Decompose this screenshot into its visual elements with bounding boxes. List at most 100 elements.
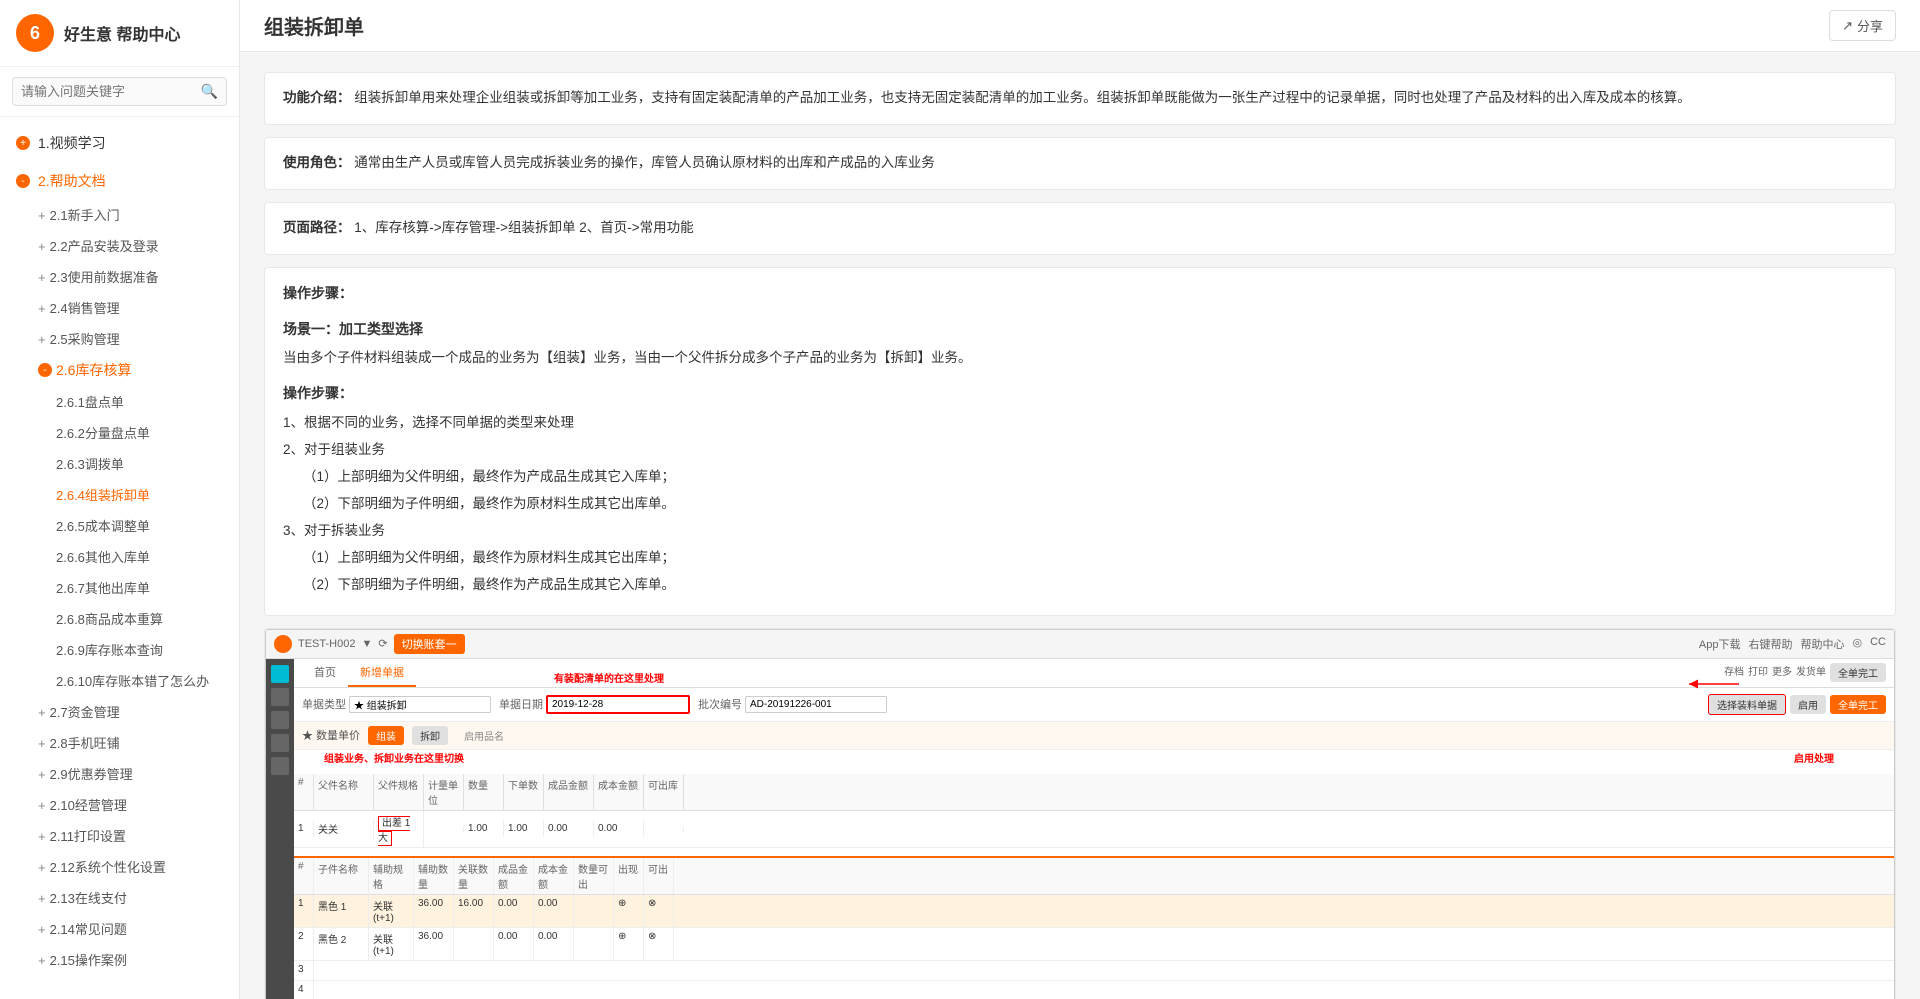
scenario1-title: 场景一：加工类型选择 [283,318,1877,342]
sidebar-item-coupon[interactable]: +2.9优惠券管理 [38,758,239,789]
sc-sidebar-icon-2 [271,688,289,706]
sidebar-item-other-in[interactable]: 2.6.6其他入库单 [56,541,239,572]
sidebar-item-faq[interactable]: +2.14常见问题 [38,913,239,944]
search-input[interactable] [21,84,201,99]
sc-sidebar-icon-5 [271,757,289,775]
sidebar-item-ledger-query[interactable]: 2.6.9库存账本查询 [56,634,239,665]
sth-qty5: 数量可出 [574,858,614,894]
sc-assembly-btn[interactable]: 组装 [368,726,404,745]
sc-form-batch: 批次编号 [698,696,887,713]
sth-qty1: 辅助数量 [414,858,454,894]
sc-form: 单据类型 单据日期 批次编号 [294,688,1894,722]
sidebar-item-partial-count[interactable]: 2.6.2分量盘点单 [56,417,239,448]
sidebar-item-cases[interactable]: +2.15操作案例 [38,944,239,975]
nav-section-1: + 1.视频学习 [0,125,239,161]
share-button[interactable]: ↗ 分享 [1829,10,1896,41]
sc-complete-btn2[interactable]: 全单完工 [1830,695,1886,714]
steps-label: 操作步骤： [283,382,1877,406]
sc-batch-input[interactable] [745,696,887,713]
sc-form-type: 单据类型 [302,696,491,713]
sidebar-item-video[interactable]: + 1.视频学习 [0,125,239,161]
sidebar-item-count[interactable]: 2.6.1盘点单 [56,386,239,417]
sidebar-item-custom[interactable]: +2.12系统个性化设置 [38,851,239,882]
content-area: 功能介绍： 组装拆卸单用来处理企业组装或拆卸等加工业务，支持有固定装配清单的产品… [240,52,1920,999]
step3: 3、对于拆装业务 [283,520,1877,543]
sidebar-item-transfer[interactable]: 2.6.3调拨单 [56,448,239,479]
collapse-icon: - [16,174,30,188]
th-orderqty: 下单数 [504,774,544,810]
sc-app-label: TEST-H002 [298,638,355,650]
sc-batch-label: 批次编号 [698,696,742,712]
sidebar-item-print[interactable]: +2.11打印设置 [38,820,239,851]
sth-cname: 子件名称 [314,858,369,894]
td-amt1: 0.00 [544,820,594,837]
sc-tab-home[interactable]: 首页 [302,659,348,687]
sc-select-bom-btn[interactable]: 选择装料单据 [1708,694,1786,715]
sc-sidebar-icon-3 [271,711,289,729]
sc-user-icon: ◎ [1853,636,1863,652]
sidebar-item-other-out[interactable]: 2.6.7其他出库单 [56,572,239,603]
sc-switch-account-btn[interactable]: 切换账套一 [394,634,465,654]
main-area: 组装拆卸单 ↗ 分享 功能介绍： 组装拆卸单用来处理企业组装或拆卸等加工业务，支… [240,0,1920,999]
sth-qty3: 成品金额 [494,858,534,894]
section-label: 1.视频学习 [38,133,106,153]
sidebar-item-ledger-error[interactable]: 2.6.10库存账本错了怎么办 [56,665,239,696]
sc-type-input[interactable] [349,696,491,713]
sc-date-input[interactable] [546,695,690,714]
sc-child-row-3: 3 [294,961,1894,981]
page-title: 组装拆卸单 [264,11,364,40]
share-label: 分享 [1857,16,1883,35]
sc-tab-action-2: 打印 [1748,663,1768,682]
inventory-label: 2.6库存核算 [56,360,131,380]
sc-tab-new[interactable]: 新增单据 [348,659,416,687]
sidebar-item-newbie[interactable]: +2.1新手入门 [38,199,239,230]
th-empty [684,774,1894,810]
sidebar-item-cost-adjust[interactable]: 2.6.5成本调整单 [56,510,239,541]
sc-topbar-left: TEST-H002 ▼ ⟳ 切换账套一 [274,634,465,654]
sc-topbar: TEST-H002 ▼ ⟳ 切换账套一 App下载 右键帮助 帮助中心 ◎ CC [266,630,1894,659]
sc-spec-highlighted: 出差 1大 [378,816,410,846]
role-label: 使用角色： [283,155,351,170]
sth-num: # [294,858,314,894]
sidebar-item-cost-recalc[interactable]: 2.6.8商品成本重算 [56,603,239,634]
th-qty: 数量 [464,774,504,810]
sc-disassembly-btn[interactable]: 拆卸 [412,726,448,745]
th-amt2: 成本金额 [594,774,644,810]
sidebar-item-assembly[interactable]: 2.6.4组装拆卸单 [56,479,239,510]
sc-topbar-icons: App下载 右键帮助 帮助中心 ◎ CC [1699,636,1886,652]
sc-refresh-icon[interactable]: ⟳ [378,637,387,650]
sidebar-item-docs[interactable]: - 2.帮助文档 [0,163,239,199]
search-icon[interactable]: 🔍 [201,83,218,100]
logo-area: 6 好生意 帮助中心 [0,0,239,67]
sc-date-label: 单据日期 [499,696,543,712]
sidebar-item-mobile[interactable]: +2.8手机旺铺 [38,727,239,758]
sidebar-item-payment[interactable]: +2.13在线支付 [38,882,239,913]
sc-enable-btn[interactable]: 启用 [1790,695,1826,714]
step2-2: （2）下部明细为子件明细，最终作为原材料生成其它出库单。 [303,493,1877,516]
annotation-process: 组装业务、拆卸业务在这里切换 [324,750,464,765]
sidebar: 6 好生意 帮助中心 🔍 + 1.视频学习 - 2.帮助文档 +2.1新手入门 [0,0,240,999]
sth-action2: 可出 [644,858,674,894]
sth-qty4: 成本金额 [534,858,574,894]
sidebar-item-inventory[interactable]: - 2.6库存核算 [38,354,239,386]
step2: 2、对于组装业务 [283,439,1877,462]
sc-left-sidebar [266,659,294,999]
role-text: 通常由生产人员或库管人员完成拆装业务的操作，库管人员确认原材料的出库和产成品的入… [354,155,935,170]
th-pname: 父件名称 [314,774,374,810]
docs-subitems: +2.1新手入门 +2.2产品安装及登录 +2.3使用前数据准备 +2.4销售管… [0,199,239,975]
sc-complete-btn[interactable]: 全单完工 [1830,663,1886,682]
sidebar-item-install[interactable]: +2.2产品安装及登录 [38,230,239,261]
search-area: 🔍 [0,67,239,117]
sidebar-item-sales[interactable]: +2.4销售管理 [38,292,239,323]
sc-cc-icon: CC [1870,636,1886,652]
sc-sidebar-icon-4 [271,734,289,752]
th-avail: 可出库 [644,774,684,810]
sth-qty2: 关联数量 [454,858,494,894]
sidebar-item-finance[interactable]: +2.7资金管理 [38,696,239,727]
logo-text: 好生意 帮助中心 [64,21,180,45]
sidebar-item-ops[interactable]: +2.10经营管理 [38,789,239,820]
sidebar-item-dataprep[interactable]: +2.3使用前数据准备 [38,261,239,292]
sc-child-row-4: 4 [294,981,1894,999]
sidebar-item-purchase[interactable]: +2.5采购管理 [38,323,239,354]
sc-sidebar-icon-1 [271,665,289,683]
